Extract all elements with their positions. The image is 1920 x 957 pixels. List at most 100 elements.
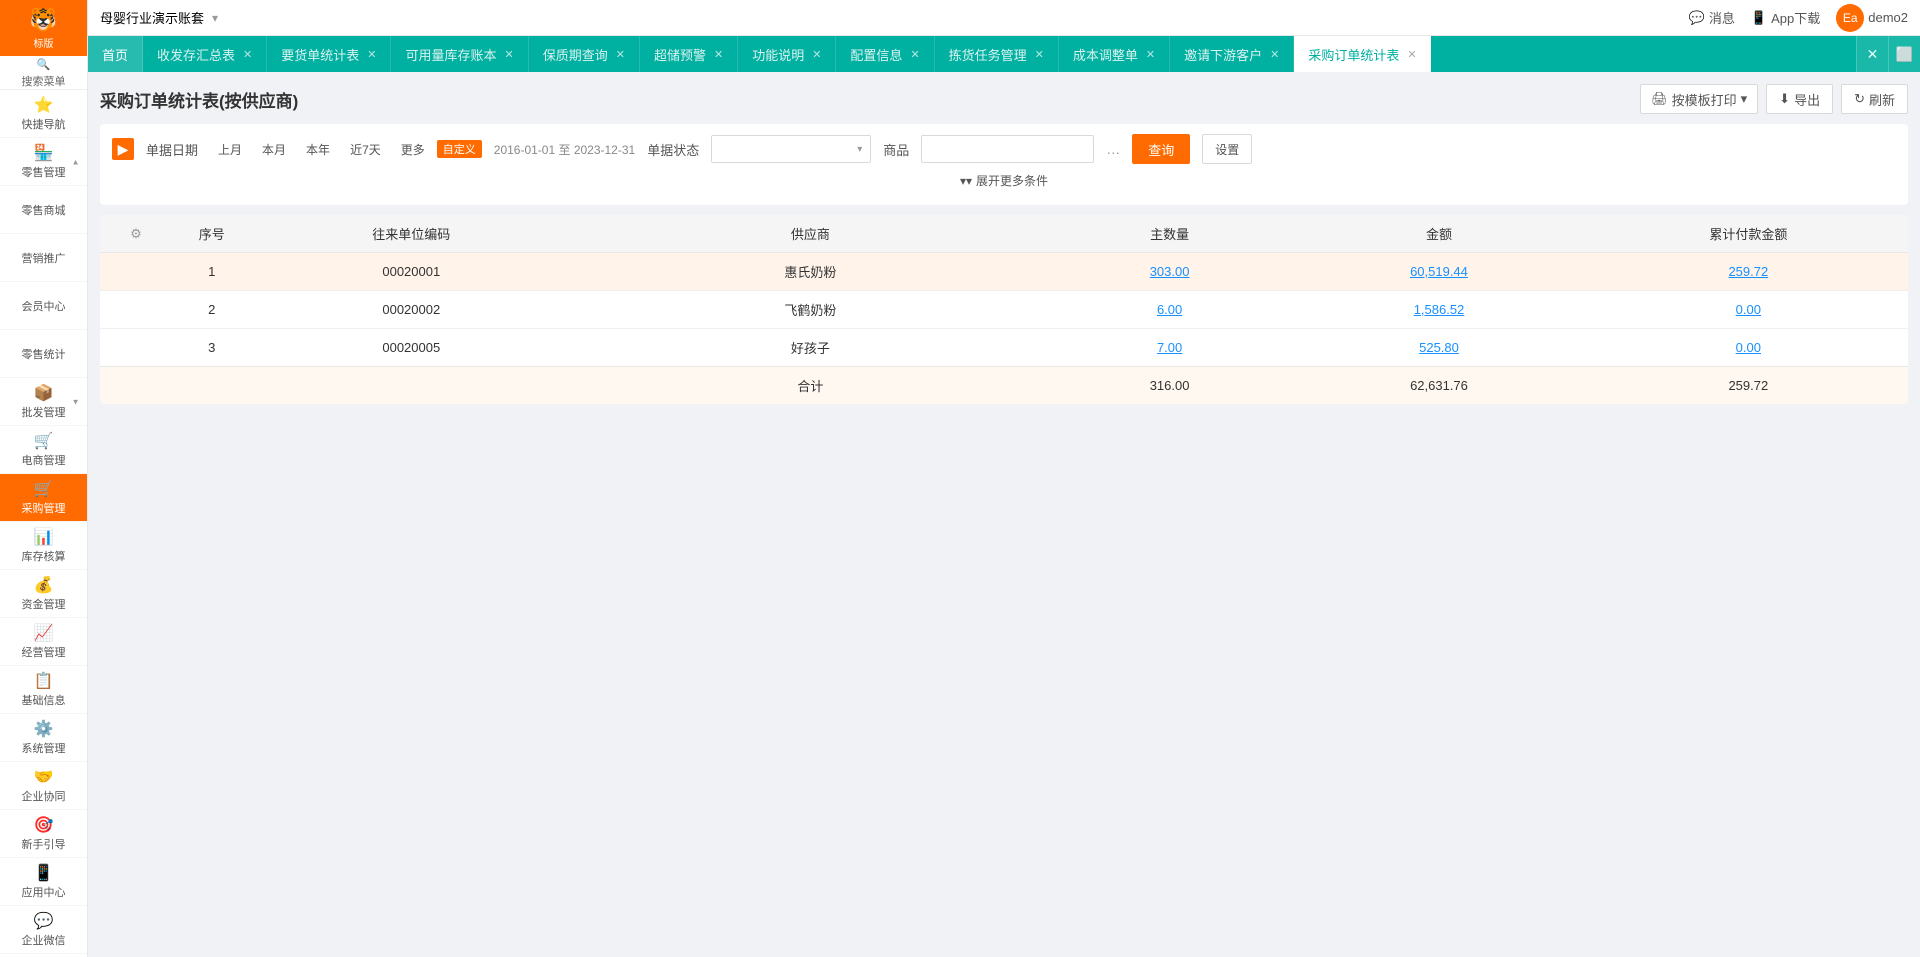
tab-config-info-close[interactable]: ✕	[910, 48, 919, 61]
row3-amount[interactable]: 525.80	[1289, 329, 1588, 367]
tab-cost-adjust-close[interactable]: ✕	[1146, 48, 1155, 61]
row2-qty[interactable]: 6.00	[1050, 291, 1289, 329]
query-button[interactable]: 查询	[1132, 134, 1190, 164]
wholesale-icon: 📦	[34, 383, 54, 403]
tab-receive-summary-label: 收发存汇总表	[157, 45, 235, 64]
sidebar-item-operations[interactable]: 📈 经营管理	[0, 618, 88, 666]
close-tab-button[interactable]: ✕	[1856, 36, 1888, 72]
tab-expiry-query[interactable]: 保质期查询 ✕	[529, 36, 640, 72]
tab-pick-task-close[interactable]: ✕	[1035, 48, 1044, 61]
row2-no: 2	[172, 291, 252, 329]
sidebar-item-retail-stats[interactable]: 零售统计	[0, 330, 88, 378]
sidebar-item-retail[interactable]: 🏪 零售管理	[0, 138, 88, 186]
expand-more-label: 展开更多条件	[976, 172, 1048, 189]
template-print-button[interactable]: 🖨 按模板打印 ▾	[1640, 84, 1758, 114]
sidebar-item-shortcut[interactable]: ⭐ 快捷导航	[0, 90, 88, 138]
sidebar-item-inventory[interactable]: 📊 库存核算	[0, 522, 88, 570]
gear-icon[interactable]: ⚙	[130, 226, 142, 241]
row3-paid[interactable]: 0.00	[1589, 329, 1908, 367]
tab-receive-summary-close[interactable]: ✕	[243, 48, 252, 61]
tab-overstock-warning-close[interactable]: ✕	[714, 48, 723, 61]
footer-amount: 62,631.76	[1289, 367, 1588, 405]
expand-more-button[interactable]: ▾▾ 展开更多条件	[952, 168, 1056, 193]
tab-purchase-stats-label: 采购订单统计表	[1308, 45, 1399, 64]
retail-icon: 🏪	[34, 143, 54, 163]
filter-toggle-button[interactable]: ▶	[112, 138, 134, 160]
sidebar-item-marketing[interactable]: 营销推广	[0, 234, 88, 282]
tab-available-inventory-close[interactable]: ✕	[505, 48, 514, 61]
shortcut-7days[interactable]: 近7天	[342, 139, 389, 160]
shortcut-more[interactable]: 更多	[393, 139, 433, 160]
tab-purchase-stats-close[interactable]: ✕	[1407, 48, 1416, 61]
tab-order-stats-close[interactable]: ✕	[367, 48, 376, 61]
tab-order-stats[interactable]: 要货单统计表 ✕	[267, 36, 391, 72]
filter-status-select[interactable]: ▾	[711, 135, 871, 163]
sidebar-item-system[interactable]: ⚙️ 系统管理	[0, 714, 88, 762]
sidebar-search[interactable]: 🔍 搜索菜单	[0, 56, 88, 90]
user-profile[interactable]: Ea demo2	[1836, 4, 1908, 32]
sidebar-item-guide[interactable]: 🎯 新手引导	[0, 810, 88, 858]
tab-cost-adjust[interactable]: 成本调整单 ✕	[1059, 36, 1170, 72]
filter-goods-input[interactable]	[921, 135, 1094, 163]
close-icon: ✕	[1867, 46, 1879, 63]
row3-settings	[100, 329, 172, 367]
row3-supplier: 好孩子	[571, 329, 1050, 367]
row1-qty[interactable]: 303.00	[1050, 253, 1289, 291]
tab-function-desc-label: 功能说明	[752, 45, 804, 64]
sidebar-item-purchase[interactable]: 🛒 采购管理	[0, 474, 88, 522]
tab-function-desc[interactable]: 功能说明 ✕	[738, 36, 836, 72]
col-header-settings[interactable]: ⚙	[100, 215, 172, 253]
tab-available-inventory[interactable]: 可用量库存账本 ✕	[391, 36, 528, 72]
topbar-dropdown-arrow[interactable]: ▾	[212, 11, 218, 25]
sidebar-item-finance[interactable]: 💰 资金管理	[0, 570, 88, 618]
shortcut-last-month[interactable]: 上月	[210, 139, 250, 160]
row2-code: 00020002	[252, 291, 571, 329]
row2-settings	[100, 291, 172, 329]
maximize-button[interactable]: ⬜	[1888, 36, 1920, 72]
tab-pick-task[interactable]: 拣货任务管理 ✕	[935, 36, 1059, 72]
topbar-right: 💬 消息 📱 App下载 Ea demo2	[1689, 4, 1908, 32]
goods-ellipsis-button[interactable]: …	[1106, 141, 1120, 157]
template-print-arrow: ▾	[1741, 91, 1748, 107]
nav-tabs: 首页 收发存汇总表 ✕ 要货单统计表 ✕ 可用量库存账本 ✕ 保质期查询 ✕ 超…	[88, 36, 1920, 72]
purchase-icon: 🛒	[34, 479, 54, 499]
row1-paid[interactable]: 259.72	[1589, 253, 1908, 291]
shortcut-this-year[interactable]: 本年	[298, 139, 338, 160]
logo-text: 标版	[34, 35, 54, 50]
sidebar-item-ecommerce[interactable]: 🛒 电商管理	[0, 426, 88, 474]
row1-amount[interactable]: 60,519.44	[1289, 253, 1588, 291]
sidebar-item-retail-mall[interactable]: 零售商城	[0, 186, 88, 234]
tab-receive-summary[interactable]: 收发存汇总表 ✕	[143, 36, 267, 72]
refresh-label: 刷新	[1869, 90, 1895, 109]
sidebar-retail-mall-label: 零售商城	[22, 204, 66, 218]
tab-config-info[interactable]: 配置信息 ✕	[836, 36, 934, 72]
system-icon: ⚙️	[34, 719, 54, 739]
sidebar-item-wechat[interactable]: 💬 企业微信	[0, 906, 88, 954]
row3-qty[interactable]: 7.00	[1050, 329, 1289, 367]
tab-purchase-stats[interactable]: 采购订单统计表 ✕	[1294, 36, 1430, 72]
sidebar-item-enterprise[interactable]: 🤝 企业协同	[0, 762, 88, 810]
tab-invite-downstream[interactable]: 邀请下游客户 ✕	[1170, 36, 1294, 72]
sidebar-item-app-center[interactable]: 📱 应用中心	[0, 858, 88, 906]
tab-expiry-query-close[interactable]: ✕	[616, 48, 625, 61]
sidebar-item-member[interactable]: 会员中心	[0, 282, 88, 330]
table-area: ⚙ 序号 往来单位编码 供应商 主数量 金额 累计付款金额 1 000200	[100, 215, 1908, 404]
footer-paid: 259.72	[1589, 367, 1908, 405]
settings-button[interactable]: 设置	[1202, 134, 1252, 164]
shortcut-this-month[interactable]: 本月	[254, 139, 294, 160]
sidebar-retail-stats-label: 零售统计	[22, 348, 66, 362]
export-button[interactable]: ⬇ 导出	[1766, 84, 1833, 114]
app-download-button[interactable]: 📱 App下载	[1751, 8, 1820, 27]
row2-paid[interactable]: 0.00	[1589, 291, 1908, 329]
sidebar-item-wholesale[interactable]: 📦 批发管理	[0, 378, 88, 426]
tab-home[interactable]: 首页	[88, 36, 143, 72]
tab-overstock-warning[interactable]: 超储预警 ✕	[640, 36, 738, 72]
tab-invite-downstream-close[interactable]: ✕	[1270, 48, 1279, 61]
sidebar-item-basic-info[interactable]: 📋 基础信息	[0, 666, 88, 714]
tab-function-desc-close[interactable]: ✕	[812, 48, 821, 61]
message-button[interactable]: 💬 消息	[1689, 8, 1735, 27]
custom-date-tag[interactable]: 自定义	[437, 140, 482, 158]
row2-amount[interactable]: 1,586.52	[1289, 291, 1588, 329]
ecommerce-icon: 🛒	[34, 431, 54, 451]
refresh-button[interactable]: ↻ 刷新	[1841, 84, 1908, 114]
